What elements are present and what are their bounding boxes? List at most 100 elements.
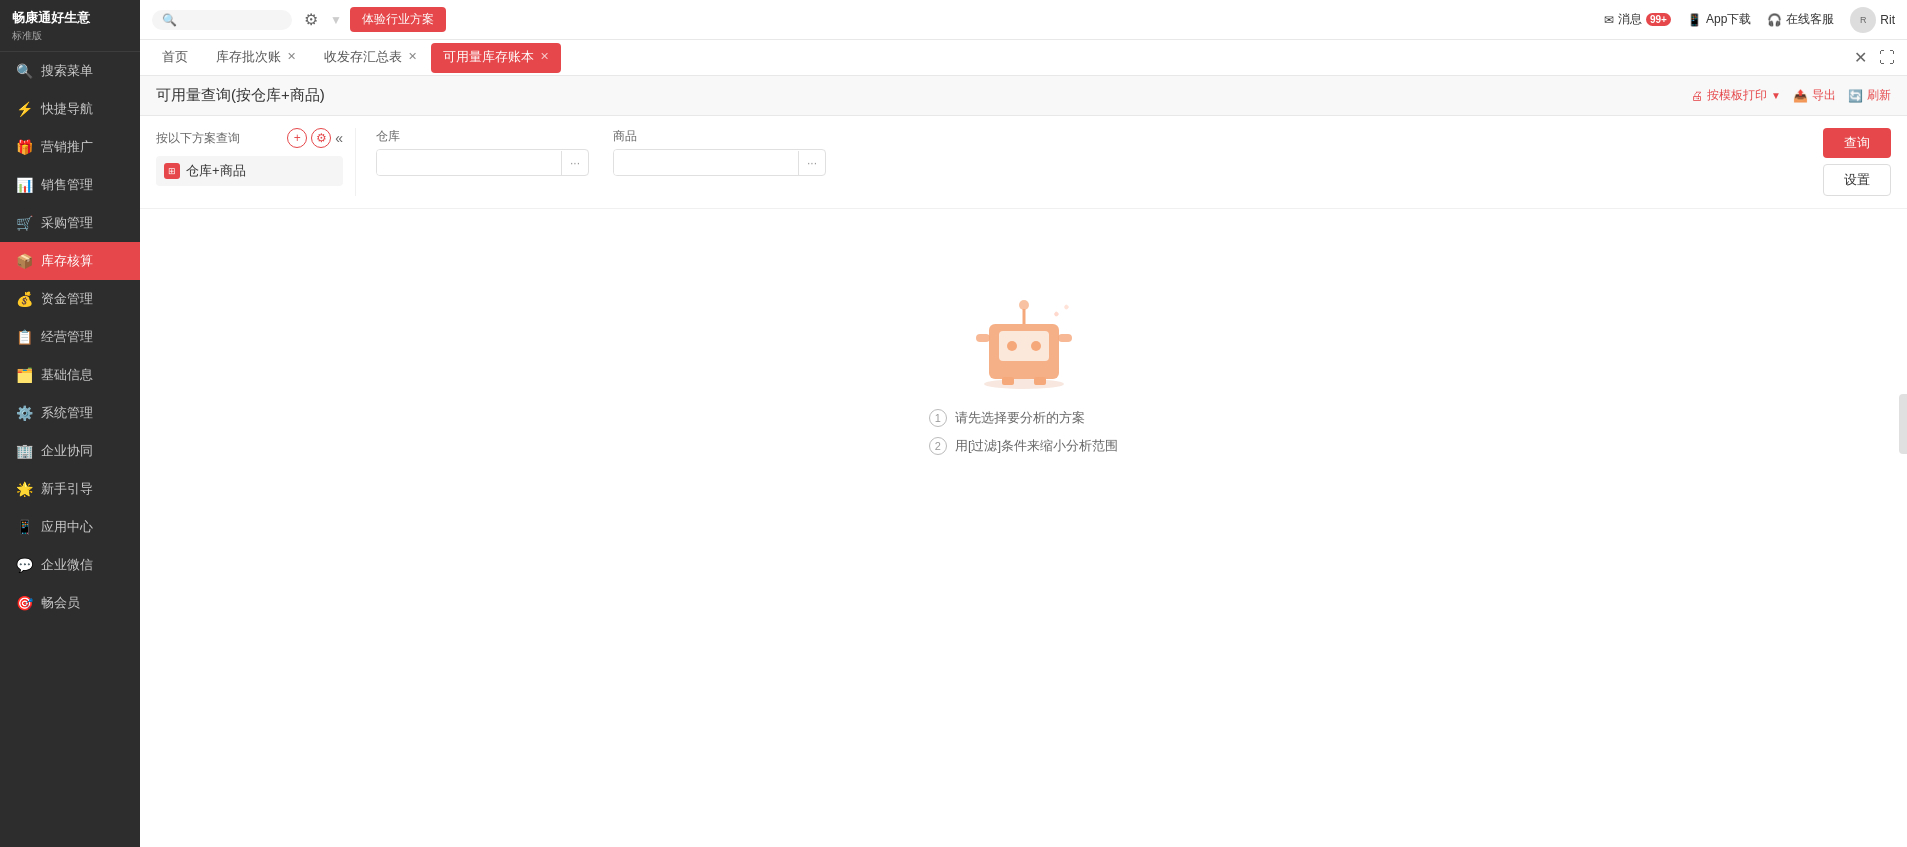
svg-point-0 — [984, 379, 1064, 389]
sidebar-header: 畅康通好生意 标准版 — [0, 0, 140, 52]
sidebar-item-label: 库存核算 — [41, 252, 93, 270]
print-icon: 🖨 — [1691, 89, 1703, 103]
sidebar-item-marketing[interactable]: 🎁 营销推广 — [0, 128, 140, 166]
tab-batch-ledger-close[interactable]: ✕ — [287, 50, 296, 63]
avatar: R — [1850, 7, 1876, 33]
message-label: 消息 — [1618, 11, 1642, 28]
print-template-button[interactable]: 🖨 按模板打印 ▼ — [1691, 87, 1781, 104]
main-area: 🔍 ⚙ ▼ 体验行业方案 ✉ 消息 99+ 📱 App下载 🎧 在线客服 R — [140, 0, 1907, 847]
topbar-right: ✉ 消息 99+ 📱 App下载 🎧 在线客服 R Rit — [1604, 7, 1895, 33]
username-label: Rit — [1880, 13, 1895, 27]
sidebar-item-member[interactable]: 🎯 畅会员 — [0, 584, 140, 622]
sidebar-item-appcenter[interactable]: 📱 应用中心 — [0, 508, 140, 546]
empty-tip-2: 2 用[过滤]条件来缩小分析范围 — [929, 437, 1118, 455]
online-service-label: 在线客服 — [1786, 11, 1834, 28]
wechat-icon: 💬 — [16, 557, 33, 573]
sidebar-item-purchase[interactable]: 🛒 采购管理 — [0, 204, 140, 242]
tab-available-stock-close[interactable]: ✕ — [540, 50, 549, 63]
query-section: 按以下方案查询 + ⚙ « ⊞ 仓库+商品 仓库 — [140, 116, 1907, 209]
tabs-actions: ✕ ⛶ — [1850, 44, 1899, 71]
refresh-label: 刷新 — [1867, 87, 1891, 104]
print-template-label: 按模板打印 — [1707, 87, 1767, 104]
tab-home[interactable]: 首页 — [148, 42, 202, 74]
warehouse-filter: 仓库 ··· — [376, 128, 589, 176]
trial-industry-button[interactable]: 体验行业方案 — [350, 7, 446, 32]
svg-rect-5 — [1002, 377, 1014, 385]
warehouse-input[interactable] — [377, 150, 561, 175]
online-service-button[interactable]: 🎧 在线客服 — [1767, 11, 1834, 28]
export-button[interactable]: 📤 导出 — [1793, 87, 1836, 104]
app-download-button[interactable]: 📱 App下载 — [1687, 11, 1751, 28]
operation-icon: 📋 — [16, 329, 33, 345]
svg-point-8 — [1019, 300, 1029, 310]
product-input[interactable] — [614, 150, 798, 175]
query-button[interactable]: 查询 — [1823, 128, 1891, 158]
right-scrollbar[interactable] — [1899, 394, 1907, 454]
product-filter: 商品 ··· — [613, 128, 826, 176]
user-avatar-area[interactable]: R Rit — [1850, 7, 1895, 33]
warehouse-more-button[interactable]: ··· — [561, 151, 588, 175]
product-label: 商品 — [613, 128, 826, 145]
svg-point-4 — [1031, 341, 1041, 351]
tab-home-label: 首页 — [162, 48, 188, 66]
svg-rect-10 — [1058, 334, 1072, 342]
tab-close-button[interactable]: ✕ — [1850, 44, 1871, 71]
sidebar-item-inventory[interactable]: 📦 库存核算 — [0, 242, 140, 280]
sidebar-item-label: 企业微信 — [41, 556, 93, 574]
settings-button[interactable]: 设置 — [1823, 164, 1891, 196]
sidebar-item-shortcut[interactable]: ⚡ 快捷导航 — [0, 90, 140, 128]
empty-tip-1: 1 请先选择要分析的方案 — [929, 409, 1118, 427]
product-input-row: ··· — [613, 149, 826, 176]
page-actions: 🖨 按模板打印 ▼ 📤 导出 🔄 刷新 — [1691, 87, 1891, 104]
sidebar-item-enterprise[interactable]: 🏢 企业协同 — [0, 432, 140, 470]
empty-tips: 1 请先选择要分析的方案 2 用[过滤]条件来缩小分析范围 — [929, 409, 1118, 455]
sidebar-item-operation[interactable]: 📋 经营管理 — [0, 318, 140, 356]
refresh-button[interactable]: 🔄 刷新 — [1848, 87, 1891, 104]
warehouse-label: 仓库 — [376, 128, 589, 145]
message-button[interactable]: ✉ 消息 99+ — [1604, 11, 1671, 28]
export-icon: 📤 — [1793, 89, 1808, 103]
scheme-panel-header: 按以下方案查询 + ⚙ « — [156, 128, 343, 148]
scheme-panel: 按以下方案查询 + ⚙ « ⊞ 仓库+商品 — [156, 128, 356, 196]
svg-point-3 — [1007, 341, 1017, 351]
sidebar-item-finance[interactable]: 💰 资金管理 — [0, 280, 140, 318]
sidebar-item-system[interactable]: ⚙️ 系统管理 — [0, 394, 140, 432]
step2-num: 2 — [929, 437, 947, 455]
sidebar-item-label: 营销推广 — [41, 138, 93, 156]
sidebar-item-newguide[interactable]: 🌟 新手引导 — [0, 470, 140, 508]
tab-stock-summary-close[interactable]: ✕ — [408, 50, 417, 63]
sidebar-item-sales[interactable]: 📊 销售管理 — [0, 166, 140, 204]
sidebar: 畅康通好生意 标准版 🔍 搜索菜单 ⚡ 快捷导航 🎁 营销推广 📊 销售管理 🛒… — [0, 0, 140, 847]
brand-name: 畅康通好生意 — [12, 10, 128, 27]
topbar-search-box[interactable]: 🔍 — [152, 10, 292, 30]
tab-expand-button[interactable]: ⛶ — [1875, 45, 1899, 71]
settings-icon[interactable]: ⚙ — [300, 6, 322, 33]
sidebar-nav: 🔍 搜索菜单 ⚡ 快捷导航 🎁 营销推广 📊 销售管理 🛒 采购管理 📦 库存核… — [0, 52, 140, 847]
marketing-icon: 🎁 — [16, 139, 33, 155]
sidebar-item-search[interactable]: 🔍 搜索菜单 — [0, 52, 140, 90]
svg-rect-2 — [999, 331, 1049, 361]
settings-scheme-button[interactable]: ⚙ — [311, 128, 331, 148]
sidebar-item-basic[interactable]: 🗂️ 基础信息 — [0, 356, 140, 394]
tab-stock-summary[interactable]: 收发存汇总表 ✕ — [310, 42, 431, 74]
sidebar-item-label: 企业协同 — [41, 442, 93, 460]
empty-state: 1 请先选择要分析的方案 2 用[过滤]条件来缩小分析范围 — [140, 209, 1907, 535]
filter-fields: 仓库 ··· 商品 ··· 查询 设置 — [356, 128, 1891, 196]
sidebar-item-label: 经营管理 — [41, 328, 93, 346]
sidebar-item-label: 销售管理 — [41, 176, 93, 194]
enterprise-icon: 🏢 — [16, 443, 33, 459]
svg-rect-9 — [976, 334, 990, 342]
appcenter-icon: 📱 — [16, 519, 33, 535]
product-more-button[interactable]: ··· — [798, 151, 825, 175]
scheme-item-warehouse-product[interactable]: ⊞ 仓库+商品 — [156, 156, 343, 186]
sidebar-item-label: 搜索菜单 — [41, 62, 93, 80]
export-label: 导出 — [1812, 87, 1836, 104]
sales-icon: 📊 — [16, 177, 33, 193]
sidebar-item-wechat[interactable]: 💬 企业微信 — [0, 546, 140, 584]
collapse-scheme-button[interactable]: « — [335, 130, 343, 146]
query-action-col: 查询 设置 — [1823, 128, 1891, 196]
tab-available-stock[interactable]: 可用量库存账本 ✕ — [431, 43, 561, 73]
refresh-icon: 🔄 — [1848, 89, 1863, 103]
tab-batch-ledger[interactable]: 库存批次账 ✕ — [202, 42, 310, 74]
add-scheme-button[interactable]: + — [287, 128, 307, 148]
